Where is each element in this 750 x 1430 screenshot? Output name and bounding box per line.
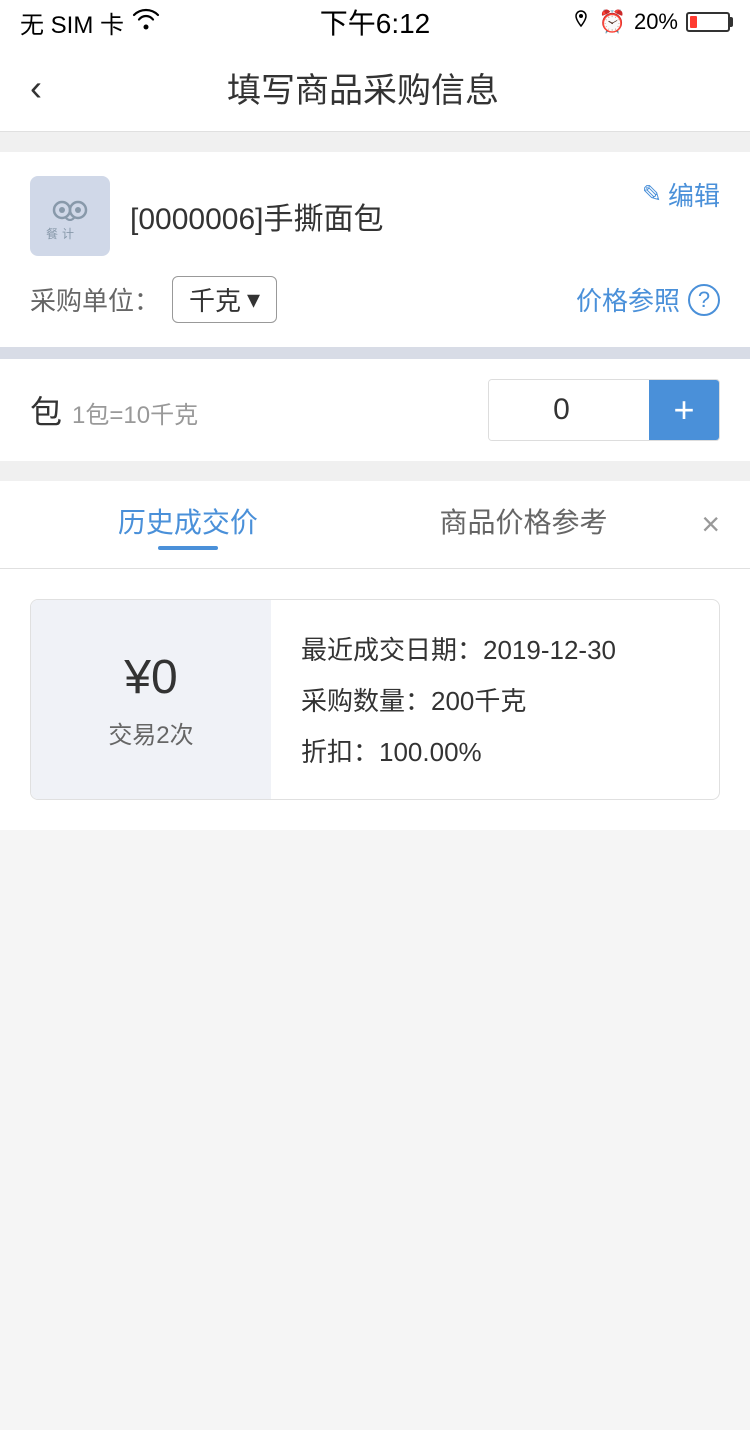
quantity-row: 包 1包=10千克 + <box>0 359 750 461</box>
qty-sub-text: 1包=10千克 <box>72 395 198 430</box>
product-top-row: 餐 计 [0000006]手撕面包 ✎ 编辑 <box>30 176 720 256</box>
status-bar: 无 SIM 卡 下午6:12 ⏰ 20% <box>0 0 750 44</box>
history-qty-label: 采购数量： <box>301 686 431 716</box>
history-price-value: ¥0 <box>124 650 177 705</box>
status-right: ⏰ 20% <box>571 9 730 35</box>
edit-link[interactable]: ✎ 编辑 <box>642 176 720 213</box>
history-discount-label: 折扣： <box>301 737 379 767</box>
edit-icon: ✎ <box>642 180 662 209</box>
main-background <box>0 830 750 1430</box>
history-content: ¥0 交易2次 最近成交日期：2019-12-30 采购数量：200千克 折扣：… <box>0 569 750 830</box>
history-right-panel: 最近成交日期：2019-12-30 采购数量：200千克 折扣：100.00% <box>271 600 719 799</box>
gray-divider <box>0 347 750 359</box>
product-left: 餐 计 [0000006]手撕面包 <box>30 176 383 256</box>
tab-product-price-ref[interactable]: 商品价格参考 <box>356 501 692 549</box>
tab-close-button[interactable]: × <box>691 496 730 553</box>
history-discount-item: 折扣：100.00% <box>301 732 689 769</box>
product-thumb-icon: 餐 计 <box>40 186 100 246</box>
header: ‹ 填写商品采购信息 <box>0 44 750 132</box>
product-thumbnail: 餐 计 <box>30 176 110 256</box>
product-card: 餐 计 [0000006]手撕面包 ✎ 编辑 采购单位： 千克 ▾ 价格参照 ? <box>0 152 750 347</box>
back-button[interactable]: ‹ <box>30 67 42 109</box>
quantity-label: 包 1包=10千克 <box>30 387 198 433</box>
product-name: [0000006]手撕面包 <box>130 194 383 238</box>
price-ref-link[interactable]: 价格参照 ? <box>576 281 720 318</box>
page-title: 填写商品采购信息 <box>62 63 664 112</box>
alarm-icon: ⏰ <box>599 9 626 35</box>
svg-text:餐: 餐 <box>46 226 58 241</box>
history-date-value: 2019-12-30 <box>483 635 616 665</box>
history-discount-value: 100.00% <box>379 737 482 767</box>
price-ref-label: 价格参照 <box>576 281 680 318</box>
tab-header: 历史成交价 商品价格参考 × <box>0 481 750 569</box>
svg-text:计: 计 <box>62 227 74 241</box>
qty-unit-text: 包 <box>30 387 62 433</box>
history-date-item: 最近成交日期：2019-12-30 <box>301 630 689 667</box>
carrier-text: 无 SIM 卡 <box>20 5 124 40</box>
product-bottom-row: 采购单位： 千克 ▾ 价格参照 ? <box>30 276 720 323</box>
purchase-unit-label: 采购单位： <box>30 281 160 318</box>
quantity-input-group: + <box>488 379 720 441</box>
battery-icon <box>686 12 730 32</box>
location-icon <box>571 9 591 35</box>
history-qty-item: 采购数量：200千克 <box>301 681 689 718</box>
history-qty-value: 200千克 <box>431 686 526 716</box>
history-date-label: 最近成交日期： <box>301 635 483 665</box>
unit-dropdown[interactable]: 千克 ▾ <box>172 276 277 323</box>
history-card: ¥0 交易2次 最近成交日期：2019-12-30 采购数量：200千克 折扣：… <box>30 599 720 800</box>
quantity-plus-button[interactable]: + <box>649 380 719 440</box>
tab-history-price[interactable]: 历史成交价 <box>20 501 356 549</box>
info-icon: ? <box>688 284 720 316</box>
history-left-panel: ¥0 交易2次 <box>31 600 271 799</box>
wifi-icon <box>132 8 160 37</box>
dropdown-arrow-icon: ▾ <box>247 284 260 315</box>
quantity-input[interactable] <box>489 380 649 440</box>
purchase-unit: 采购单位： 千克 ▾ <box>30 276 277 323</box>
tab-container: 历史成交价 商品价格参考 × ¥0 交易2次 最近成交日期：2019-12-30… <box>0 481 750 830</box>
status-time: 下午6:12 <box>320 2 431 42</box>
history-trades-count: 交易2次 <box>108 715 193 750</box>
unit-value: 千克 <box>189 281 241 318</box>
edit-label: 编辑 <box>668 176 720 213</box>
battery-text: 20% <box>634 9 678 35</box>
status-left: 无 SIM 卡 <box>20 5 160 40</box>
